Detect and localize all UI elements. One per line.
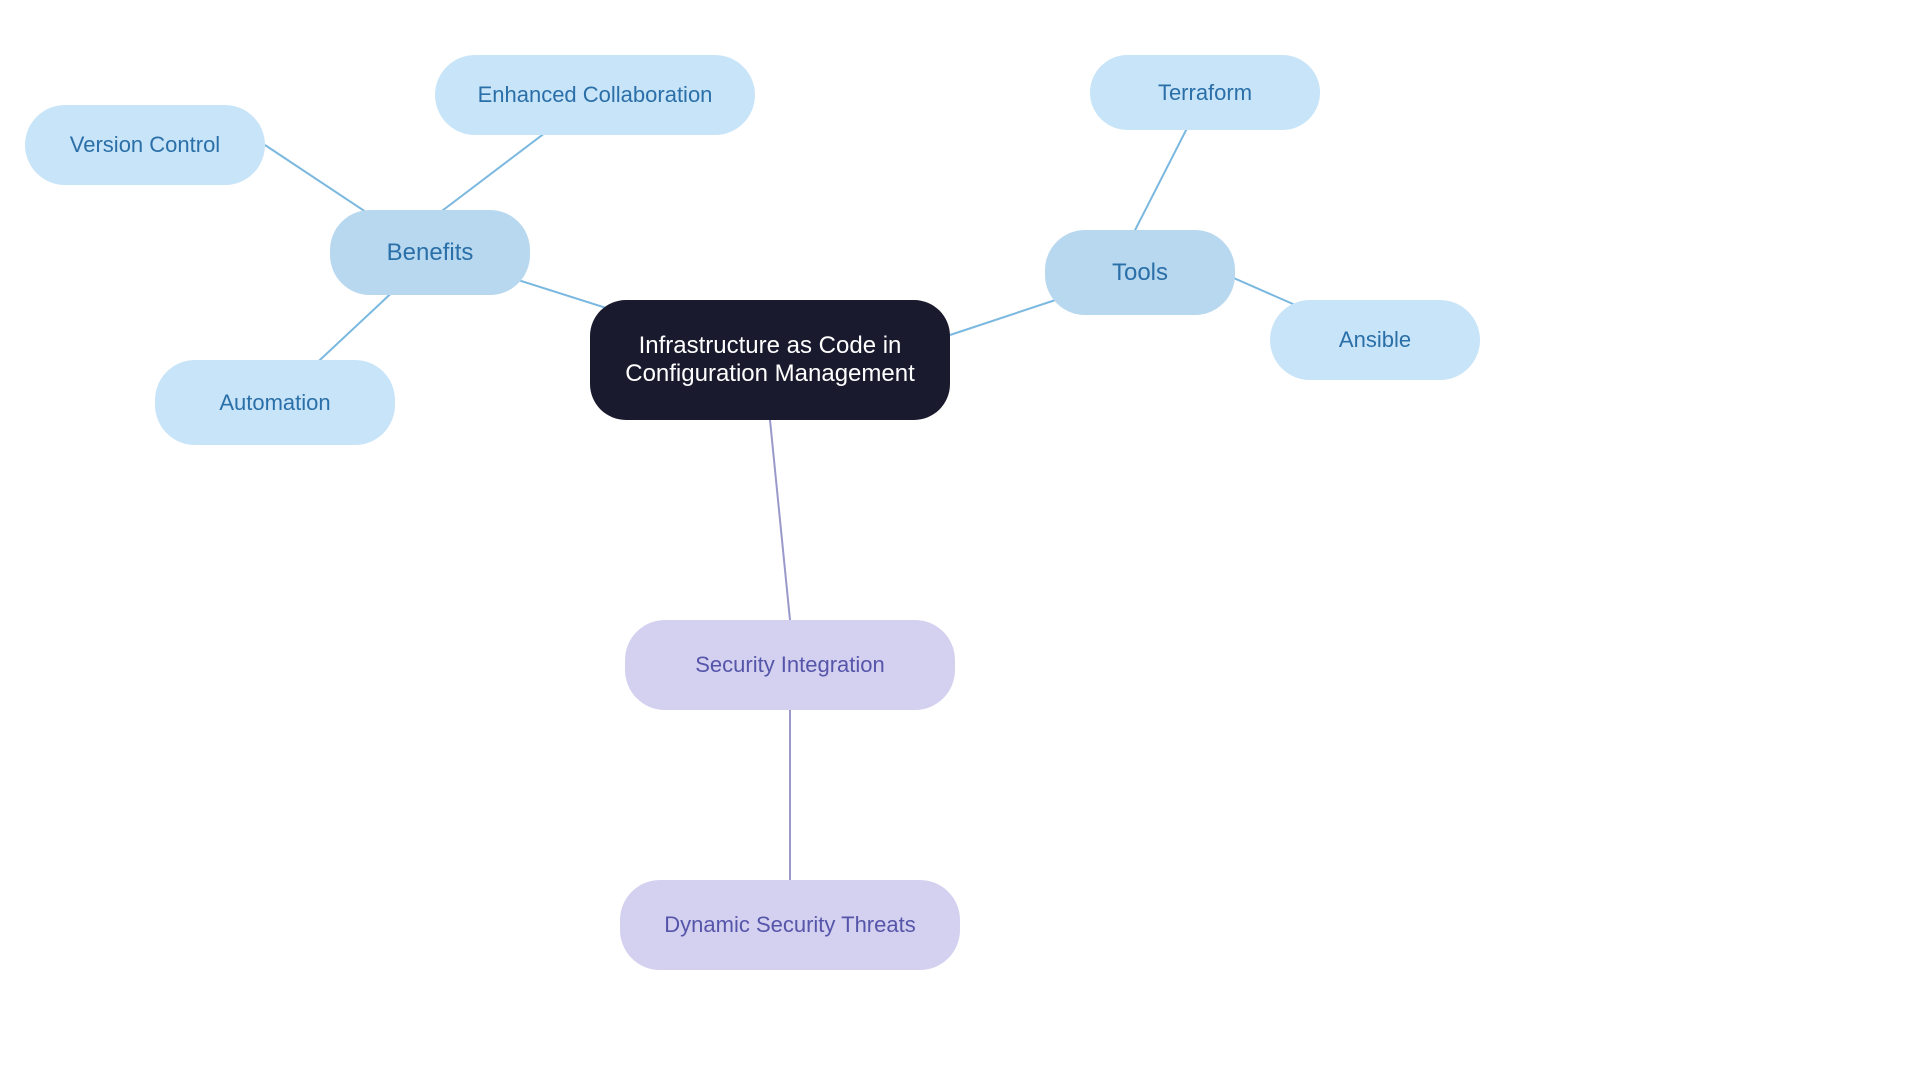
enhanced-collaboration-node[interactable]: Enhanced Collaboration [435,55,755,135]
ansible-node[interactable]: Ansible [1270,300,1480,380]
terraform-node[interactable]: Terraform [1090,55,1320,130]
mind-map-diagram: Infrastructure as Code in Configuration … [0,0,1920,1083]
dynamic-security-threats-node[interactable]: Dynamic Security Threats [620,880,960,970]
benefits-node[interactable]: Benefits [330,210,530,295]
version-control-node[interactable]: Version Control [25,105,265,185]
tools-node[interactable]: Tools [1045,230,1235,315]
center-node[interactable]: Infrastructure as Code in Configuration … [590,300,950,420]
security-integration-node[interactable]: Security Integration [625,620,955,710]
automation-node[interactable]: Automation [155,360,395,445]
